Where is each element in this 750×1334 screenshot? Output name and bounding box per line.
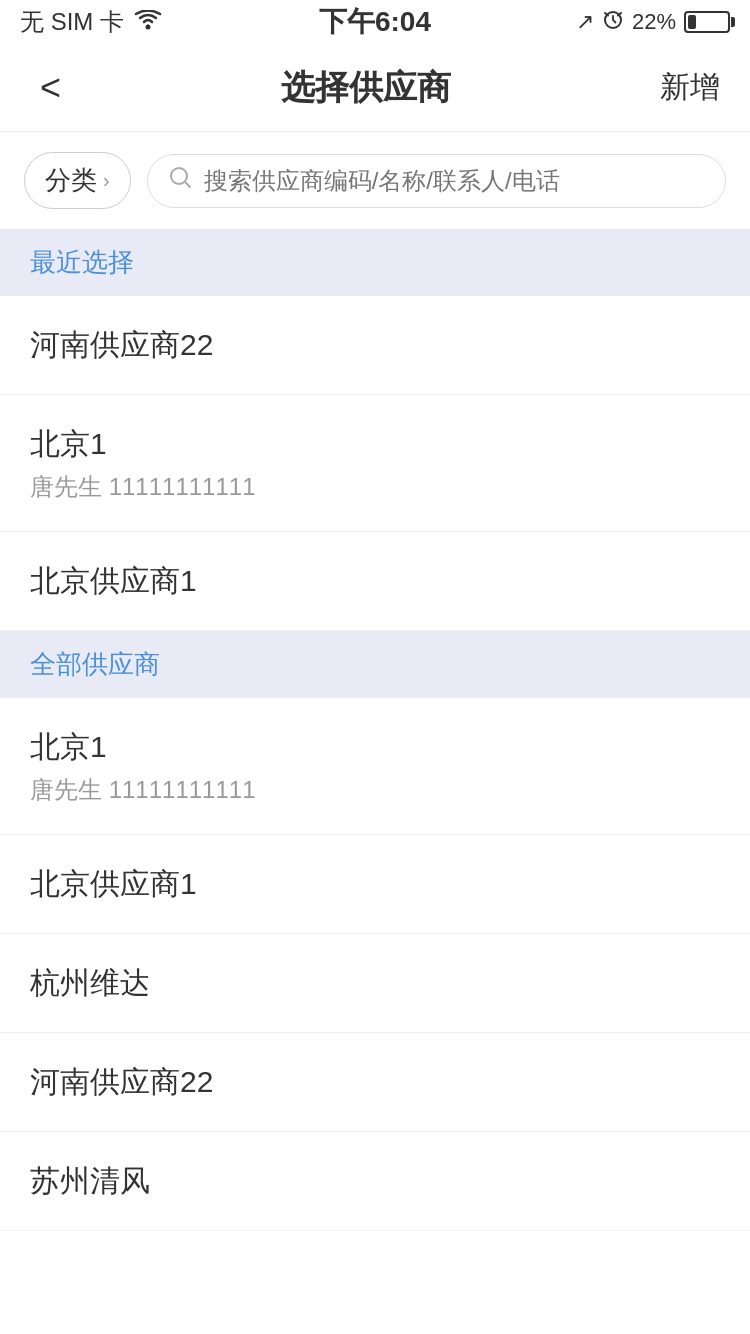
list-item[interactable]: 北京1 唐先生 11111111111 bbox=[0, 395, 750, 532]
list-item[interactable]: 北京供应商1 bbox=[0, 835, 750, 934]
svg-point-0 bbox=[146, 25, 151, 30]
item-name: 北京1 bbox=[30, 423, 720, 465]
recent-section-header: 最近选择 bbox=[0, 229, 750, 296]
carrier-text: 无 SIM 卡 bbox=[20, 6, 124, 38]
recent-list: 河南供应商22 北京1 唐先生 11111111111 北京供应商1 bbox=[0, 296, 750, 631]
status-time: 下午6:04 bbox=[319, 3, 431, 41]
item-sub: 唐先生 11111111111 bbox=[30, 774, 720, 806]
back-button[interactable]: < bbox=[30, 57, 71, 119]
add-button[interactable]: 新增 bbox=[660, 67, 720, 108]
item-name: 河南供应商22 bbox=[30, 324, 720, 366]
item-name: 北京供应商1 bbox=[30, 863, 720, 905]
list-item[interactable]: 河南供应商22 bbox=[0, 296, 750, 395]
chevron-right-icon: › bbox=[103, 169, 110, 192]
item-name: 北京1 bbox=[30, 726, 720, 768]
wifi-icon bbox=[134, 8, 162, 36]
nav-bar: < 选择供应商 新增 bbox=[0, 44, 750, 132]
list-item[interactable]: 河南供应商22 bbox=[0, 1033, 750, 1132]
list-item[interactable]: 北京供应商1 bbox=[0, 532, 750, 631]
list-item[interactable]: 北京1 唐先生 11111111111 bbox=[0, 698, 750, 835]
all-section-label: 全部供应商 bbox=[30, 649, 160, 679]
item-sub: 唐先生 11111111111 bbox=[30, 471, 720, 503]
battery-icon bbox=[684, 11, 730, 33]
item-name: 苏州清风 bbox=[30, 1160, 720, 1202]
filter-bar: 分类 › bbox=[0, 132, 750, 229]
all-section-header: 全部供应商 bbox=[0, 631, 750, 698]
page-title: 选择供应商 bbox=[281, 65, 451, 111]
location-icon: ↗ bbox=[576, 9, 594, 35]
search-box[interactable] bbox=[147, 154, 726, 208]
status-bar: 无 SIM 卡 下午6:04 ↗ 22% bbox=[0, 0, 750, 44]
status-left: 无 SIM 卡 bbox=[20, 6, 162, 38]
list-item[interactable]: 苏州清风 bbox=[0, 1132, 750, 1231]
category-label: 分类 bbox=[45, 163, 97, 198]
search-icon bbox=[168, 165, 194, 197]
list-item[interactable]: 杭州维达 bbox=[0, 934, 750, 1033]
item-name: 河南供应商22 bbox=[30, 1061, 720, 1103]
all-list: 北京1 唐先生 11111111111 北京供应商1 杭州维达河南供应商22 苏州清风 bbox=[0, 698, 750, 1231]
item-name: 杭州维达 bbox=[30, 962, 720, 1004]
recent-section-label: 最近选择 bbox=[30, 247, 134, 277]
alarm-icon bbox=[602, 8, 624, 36]
item-name: 北京供应商1 bbox=[30, 560, 720, 602]
battery-percentage: 22% bbox=[632, 9, 676, 35]
search-input[interactable] bbox=[204, 167, 705, 195]
category-button[interactable]: 分类 › bbox=[24, 152, 131, 209]
status-right: ↗ 22% bbox=[576, 8, 730, 36]
battery-fill bbox=[688, 15, 696, 29]
